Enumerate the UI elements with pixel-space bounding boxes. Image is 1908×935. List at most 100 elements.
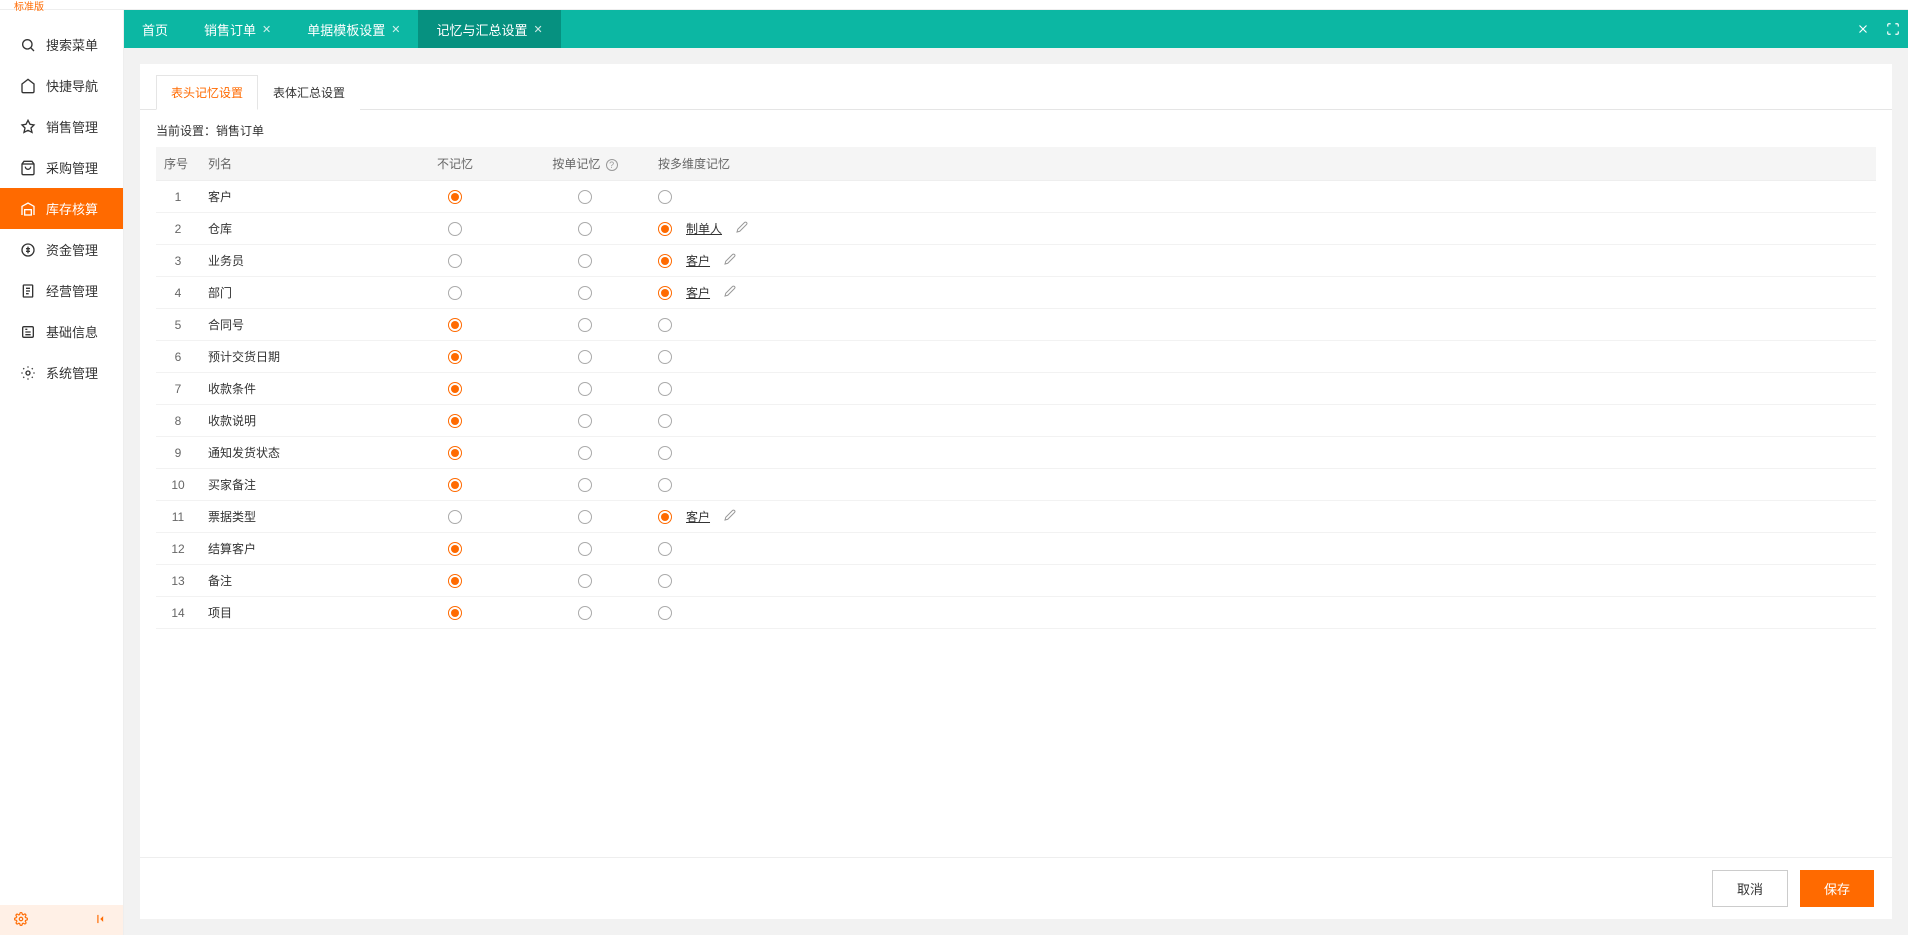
radio-no-remember[interactable] xyxy=(448,606,462,620)
table-row: 5合同号 xyxy=(156,309,1876,341)
radio-by-multi[interactable] xyxy=(658,286,672,300)
sidebar-item-0[interactable]: 搜索菜单 xyxy=(0,24,123,65)
tab-1[interactable]: 销售订单 ✕ xyxy=(186,10,289,48)
sidebar-item-2[interactable]: 销售管理 xyxy=(0,106,123,147)
radio-no-remember[interactable] xyxy=(448,542,462,556)
radio-no-remember[interactable] xyxy=(448,350,462,364)
radio-by-multi[interactable] xyxy=(658,606,672,620)
radio-by-multi[interactable] xyxy=(658,542,672,556)
radio-no-remember[interactable] xyxy=(448,414,462,428)
radio-no-remember[interactable] xyxy=(448,286,462,300)
radio-by-order[interactable] xyxy=(578,382,592,396)
radio-by-multi[interactable] xyxy=(658,478,672,492)
radio-by-multi[interactable] xyxy=(658,446,672,460)
close-all-tabs-icon[interactable] xyxy=(1848,10,1878,48)
cell-name: 通知发货状态 xyxy=(200,437,390,469)
radio-no-remember[interactable] xyxy=(448,318,462,332)
close-icon[interactable]: ✕ xyxy=(391,23,400,36)
radio-by-order[interactable] xyxy=(578,222,592,236)
radio-by-order[interactable] xyxy=(578,606,592,620)
radio-no-remember[interactable] xyxy=(448,382,462,396)
radio-by-order[interactable] xyxy=(578,510,592,524)
cell-seq: 10 xyxy=(156,469,200,501)
radio-by-multi[interactable] xyxy=(658,350,672,364)
sidebar-item-6[interactable]: 经营管理 xyxy=(0,270,123,311)
close-icon[interactable]: ✕ xyxy=(534,23,543,36)
radio-by-order[interactable] xyxy=(578,542,592,556)
fullscreen-icon[interactable] xyxy=(1878,10,1908,48)
radio-by-multi[interactable] xyxy=(658,222,672,236)
cancel-button[interactable]: 取消 xyxy=(1712,870,1788,907)
cell-name: 备注 xyxy=(200,565,390,597)
multi-dimension-link[interactable]: 客户 xyxy=(686,508,710,525)
panel-tab-1[interactable]: 表体汇总设置 xyxy=(258,75,360,110)
cell-seq: 9 xyxy=(156,437,200,469)
radio-by-order[interactable] xyxy=(578,318,592,332)
cell-seq: 13 xyxy=(156,565,200,597)
cell-seq: 4 xyxy=(156,277,200,309)
cell-seq: 2 xyxy=(156,213,200,245)
radio-by-order[interactable] xyxy=(578,414,592,428)
radio-no-remember[interactable] xyxy=(448,254,462,268)
radio-by-multi[interactable] xyxy=(658,190,672,204)
edit-icon[interactable] xyxy=(724,509,736,524)
radio-by-order[interactable] xyxy=(578,478,592,492)
table-row: 6预计交货日期 xyxy=(156,341,1876,373)
search-icon xyxy=(20,37,36,53)
radio-no-remember[interactable] xyxy=(448,190,462,204)
cell-seq: 3 xyxy=(156,245,200,277)
radio-by-multi[interactable] xyxy=(658,382,672,396)
table-row: 2仓库制单人 xyxy=(156,213,1876,245)
edit-icon[interactable] xyxy=(736,221,748,236)
th-no-remember: 不记忆 xyxy=(390,147,520,181)
radio-by-multi[interactable] xyxy=(658,510,672,524)
sidebar-item-5[interactable]: 资金管理 xyxy=(0,229,123,270)
radio-by-order[interactable] xyxy=(578,446,592,460)
save-button[interactable]: 保存 xyxy=(1800,870,1874,907)
panel-tab-0[interactable]: 表头记忆设置 xyxy=(156,75,258,110)
radio-by-order[interactable] xyxy=(578,574,592,588)
radio-by-multi[interactable] xyxy=(658,414,672,428)
tabbar: 首页销售订单✕单据模板设置✕记忆与汇总设置✕ xyxy=(124,10,1908,48)
radio-by-multi[interactable] xyxy=(658,574,672,588)
radio-by-order[interactable] xyxy=(578,254,592,268)
sidebar-item-4[interactable]: 库存核算 xyxy=(0,188,123,229)
radio-by-multi[interactable] xyxy=(658,254,672,268)
radio-by-order[interactable] xyxy=(578,350,592,364)
sidebar-item-8[interactable]: 系统管理 xyxy=(0,352,123,393)
multi-dimension-link[interactable]: 客户 xyxy=(686,284,710,301)
radio-no-remember[interactable] xyxy=(448,478,462,492)
cell-seq: 11 xyxy=(156,501,200,533)
radio-no-remember[interactable] xyxy=(448,510,462,524)
cell-seq: 12 xyxy=(156,533,200,565)
settings-icon[interactable] xyxy=(14,912,28,929)
tab-0[interactable]: 首页 xyxy=(124,10,186,48)
multi-dimension-link[interactable]: 制单人 xyxy=(686,220,722,237)
table-row: 11票据类型客户 xyxy=(156,501,1876,533)
radio-by-multi[interactable] xyxy=(658,318,672,332)
help-icon[interactable]: ? xyxy=(606,159,618,171)
sidebar-item-1[interactable]: 快捷导航 xyxy=(0,65,123,106)
edit-icon[interactable] xyxy=(724,253,736,268)
radio-by-order[interactable] xyxy=(578,190,592,204)
tab-label: 销售订单 xyxy=(204,20,256,39)
radio-no-remember[interactable] xyxy=(448,446,462,460)
sidebar-item-3[interactable]: 采购管理 xyxy=(0,147,123,188)
radio-no-remember[interactable] xyxy=(448,222,462,236)
collapse-sidebar-icon[interactable] xyxy=(95,912,109,929)
cell-name: 收款说明 xyxy=(200,405,390,437)
radio-by-order[interactable] xyxy=(578,286,592,300)
th-by-multi: 按多维度记忆 xyxy=(650,147,1876,181)
sidebar-item-7[interactable]: 基础信息 xyxy=(0,311,123,352)
tab-2[interactable]: 单据模板设置✕ xyxy=(289,10,418,48)
tab-3[interactable]: 记忆与汇总设置✕ xyxy=(418,10,560,48)
close-icon[interactable]: ✕ xyxy=(262,23,271,36)
doc-icon xyxy=(20,283,36,299)
cell-seq: 14 xyxy=(156,597,200,629)
edit-icon[interactable] xyxy=(724,285,736,300)
multi-dimension-link[interactable]: 客户 xyxy=(686,252,710,269)
table-row: 9通知发货状态 xyxy=(156,437,1876,469)
radio-no-remember[interactable] xyxy=(448,574,462,588)
cell-name: 项目 xyxy=(200,597,390,629)
sidebar-item-label: 资金管理 xyxy=(46,240,98,259)
